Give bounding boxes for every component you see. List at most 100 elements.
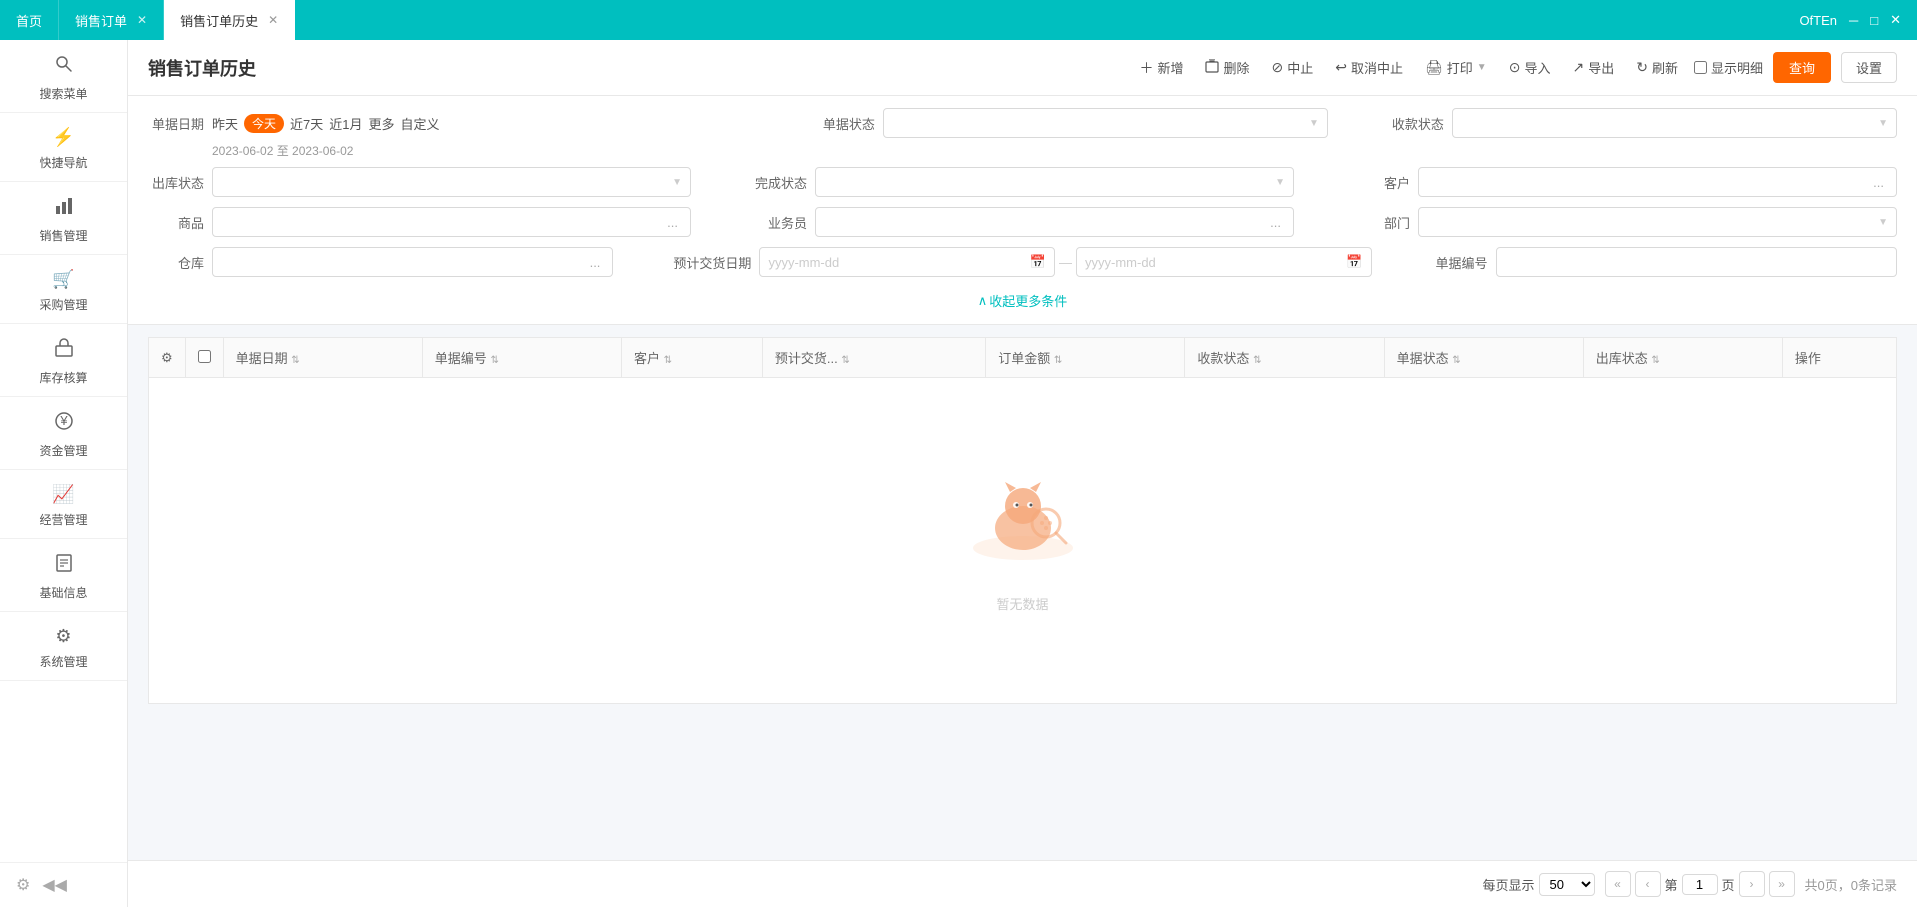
- stop-button[interactable]: ⊘ 中止: [1266, 54, 1320, 81]
- date-today[interactable]: 今天: [244, 114, 284, 133]
- receive-status-select[interactable]: ▼: [1452, 108, 1897, 138]
- filter-row-1: 单据日期 昨天 今天 近7天 近1月 更多 自定义 单据状态: [148, 108, 1897, 138]
- th-out-status-sort-icon[interactable]: ⇅: [1651, 355, 1659, 366]
- date-7days[interactable]: 近7天: [290, 114, 323, 133]
- salesperson-select[interactable]: ...: [815, 207, 1294, 237]
- sidebar-item-purchase-mgmt[interactable]: 🛒 采购管理: [0, 255, 127, 324]
- salesperson-dots[interactable]: ...: [1266, 215, 1285, 230]
- bill-no-input[interactable]: [1496, 247, 1897, 277]
- show-details-checkbox-label[interactable]: 显示明细: [1694, 58, 1763, 77]
- goods-dots[interactable]: ...: [663, 215, 682, 230]
- filter-row-4: 仓库 ... 预计交货日期 yyyy-mm-dd 📅 —: [148, 247, 1897, 277]
- prev-page-button[interactable]: ‹: [1635, 871, 1661, 897]
- th-receive-status: 收款状态 ⇅: [1185, 338, 1384, 378]
- date-custom[interactable]: 自定义: [401, 114, 440, 133]
- window-maximize[interactable]: □: [1870, 13, 1878, 28]
- home-tab-label: 首页: [16, 11, 42, 30]
- sidebar-collapse-icon[interactable]: ◀◀: [42, 875, 67, 895]
- window-close[interactable]: ✕: [1890, 12, 1901, 28]
- next-page-button[interactable]: ›: [1739, 871, 1765, 897]
- cancel-stop-button[interactable]: ↩ 取消中止: [1329, 54, 1409, 81]
- complete-status-select[interactable]: ▼: [815, 167, 1294, 197]
- th-bill-status-label: 单据状态: [1397, 351, 1449, 366]
- print-dropdown-icon: ▼: [1477, 62, 1487, 73]
- tab-sales-order-history[interactable]: 销售订单历史 ✕: [164, 0, 295, 40]
- new-button[interactable]: ＋ 新增: [1133, 54, 1189, 82]
- page-size-dropdown[interactable]: 10 20 50 100: [1539, 873, 1595, 896]
- delivery-date-end-calendar-icon[interactable]: 📅: [1346, 254, 1362, 270]
- content-area: 销售订单历史 ＋ 新增 删除: [128, 40, 1917, 907]
- refresh-label: 刷新: [1652, 58, 1678, 77]
- th-checkbox[interactable]: [185, 338, 223, 378]
- sidebar-item-quick-nav[interactable]: ⚡ 快捷导航: [0, 113, 127, 182]
- th-settings[interactable]: ⚙: [149, 338, 186, 378]
- sidebar-item-sales-mgmt[interactable]: 销售管理: [0, 182, 127, 255]
- th-delivery-date-label: 预计交货...: [775, 351, 838, 366]
- out-status-label: 出库状态: [148, 173, 204, 192]
- sales-order-tab-close[interactable]: ✕: [137, 13, 147, 27]
- sidebar-item-system[interactable]: ⚙ 系统管理: [0, 612, 127, 681]
- dept-select[interactable]: ▼: [1418, 207, 1897, 237]
- search-menu-icon: [54, 54, 74, 79]
- date-more[interactable]: 更多: [369, 114, 395, 133]
- th-customer-sort-icon[interactable]: ⇅: [664, 355, 672, 366]
- date-1month[interactable]: 近1月: [329, 114, 362, 133]
- goods-select[interactable]: ...: [212, 207, 691, 237]
- table-settings-icon[interactable]: ⚙: [161, 350, 173, 365]
- sidebar-item-inventory[interactable]: 库存核算: [0, 324, 127, 397]
- import-button[interactable]: ⊙ 导入: [1503, 54, 1557, 81]
- print-button[interactable]: 🖨 打印 ▼: [1419, 54, 1493, 81]
- sidebar-item-basic-info-label: 基础信息: [39, 584, 87, 601]
- refresh-button[interactable]: ↻ 刷新: [1630, 54, 1684, 81]
- sales-order-history-tab-close[interactable]: ✕: [268, 13, 278, 27]
- delivery-date-start-calendar-icon[interactable]: 📅: [1030, 254, 1046, 270]
- table-empty-row: 暂无数据: [149, 378, 1897, 704]
- filter-complete-status: 完成状态 ▼: [751, 167, 1294, 197]
- collapse-link[interactable]: ∧ 收起更多条件: [978, 291, 1068, 310]
- th-delivery-date-sort-icon[interactable]: ⇅: [841, 355, 849, 366]
- cancel-stop-label: 取消中止: [1351, 58, 1403, 77]
- tab-home[interactable]: 首页: [0, 0, 59, 40]
- settings-button[interactable]: 设置: [1841, 52, 1897, 83]
- dept-chevron: ▼: [1878, 217, 1888, 228]
- delete-button[interactable]: 删除: [1199, 54, 1255, 81]
- warehouse-select[interactable]: ...: [212, 247, 613, 277]
- customer-select[interactable]: ...: [1418, 167, 1897, 197]
- warehouse-dots[interactable]: ...: [586, 255, 605, 270]
- page-number-input[interactable]: [1682, 874, 1718, 895]
- sidebar-settings-icon[interactable]: ⚙: [16, 875, 30, 895]
- date-yesterday[interactable]: 昨天: [212, 114, 238, 133]
- table-header: ⚙ 单据日期 ⇅ 单据编号 ⇅: [149, 338, 1897, 378]
- tab-sales-order[interactable]: 销售订单 ✕: [59, 0, 164, 40]
- th-bill-no-sort-icon[interactable]: ⇅: [490, 355, 498, 366]
- show-details-checkbox[interactable]: [1694, 61, 1707, 74]
- sidebar-item-search-menu[interactable]: 搜索菜单: [0, 40, 127, 113]
- export-button[interactable]: ↗ 导出: [1566, 54, 1620, 81]
- out-status-select[interactable]: ▼: [212, 167, 691, 197]
- window-minimize[interactable]: ─: [1849, 13, 1858, 28]
- svg-text:¥: ¥: [59, 413, 68, 428]
- th-bill-status-sort-icon[interactable]: ⇅: [1452, 355, 1460, 366]
- first-page-button[interactable]: «: [1605, 871, 1631, 897]
- bill-status-select[interactable]: ▼: [883, 108, 1328, 138]
- sidebar-item-business[interactable]: 📈 经营管理: [0, 470, 127, 539]
- sidebar-item-capital[interactable]: ¥ 资金管理: [0, 397, 127, 470]
- table-select-all-checkbox[interactable]: [198, 350, 211, 363]
- delivery-date-end-placeholder: yyyy-mm-dd: [1085, 255, 1156, 270]
- th-amount-sort-icon[interactable]: ⇅: [1054, 355, 1062, 366]
- th-receive-status-label: 收款状态: [1197, 351, 1249, 366]
- basic-info-icon: [54, 553, 74, 578]
- th-date-sort-icon[interactable]: ⇅: [291, 355, 299, 366]
- delivery-date-end-input[interactable]: yyyy-mm-dd 📅: [1076, 247, 1372, 277]
- brand-label: OfTEn: [1799, 13, 1837, 28]
- customer-dots[interactable]: ...: [1869, 175, 1888, 190]
- last-page-button[interactable]: »: [1769, 871, 1795, 897]
- system-icon: ⚙: [55, 626, 71, 647]
- delivery-date-start-input[interactable]: yyyy-mm-dd 📅: [759, 247, 1055, 277]
- sidebar: 搜索菜单 ⚡ 快捷导航 销售管理 🛒 采购管理: [0, 40, 128, 907]
- th-out-status-label: 出库状态: [1596, 351, 1648, 366]
- bill-no-label: 单据编号: [1432, 253, 1488, 272]
- th-receive-status-sort-icon[interactable]: ⇅: [1253, 355, 1261, 366]
- query-button[interactable]: 查询: [1773, 52, 1831, 83]
- sidebar-item-basic-info[interactable]: 基础信息: [0, 539, 127, 612]
